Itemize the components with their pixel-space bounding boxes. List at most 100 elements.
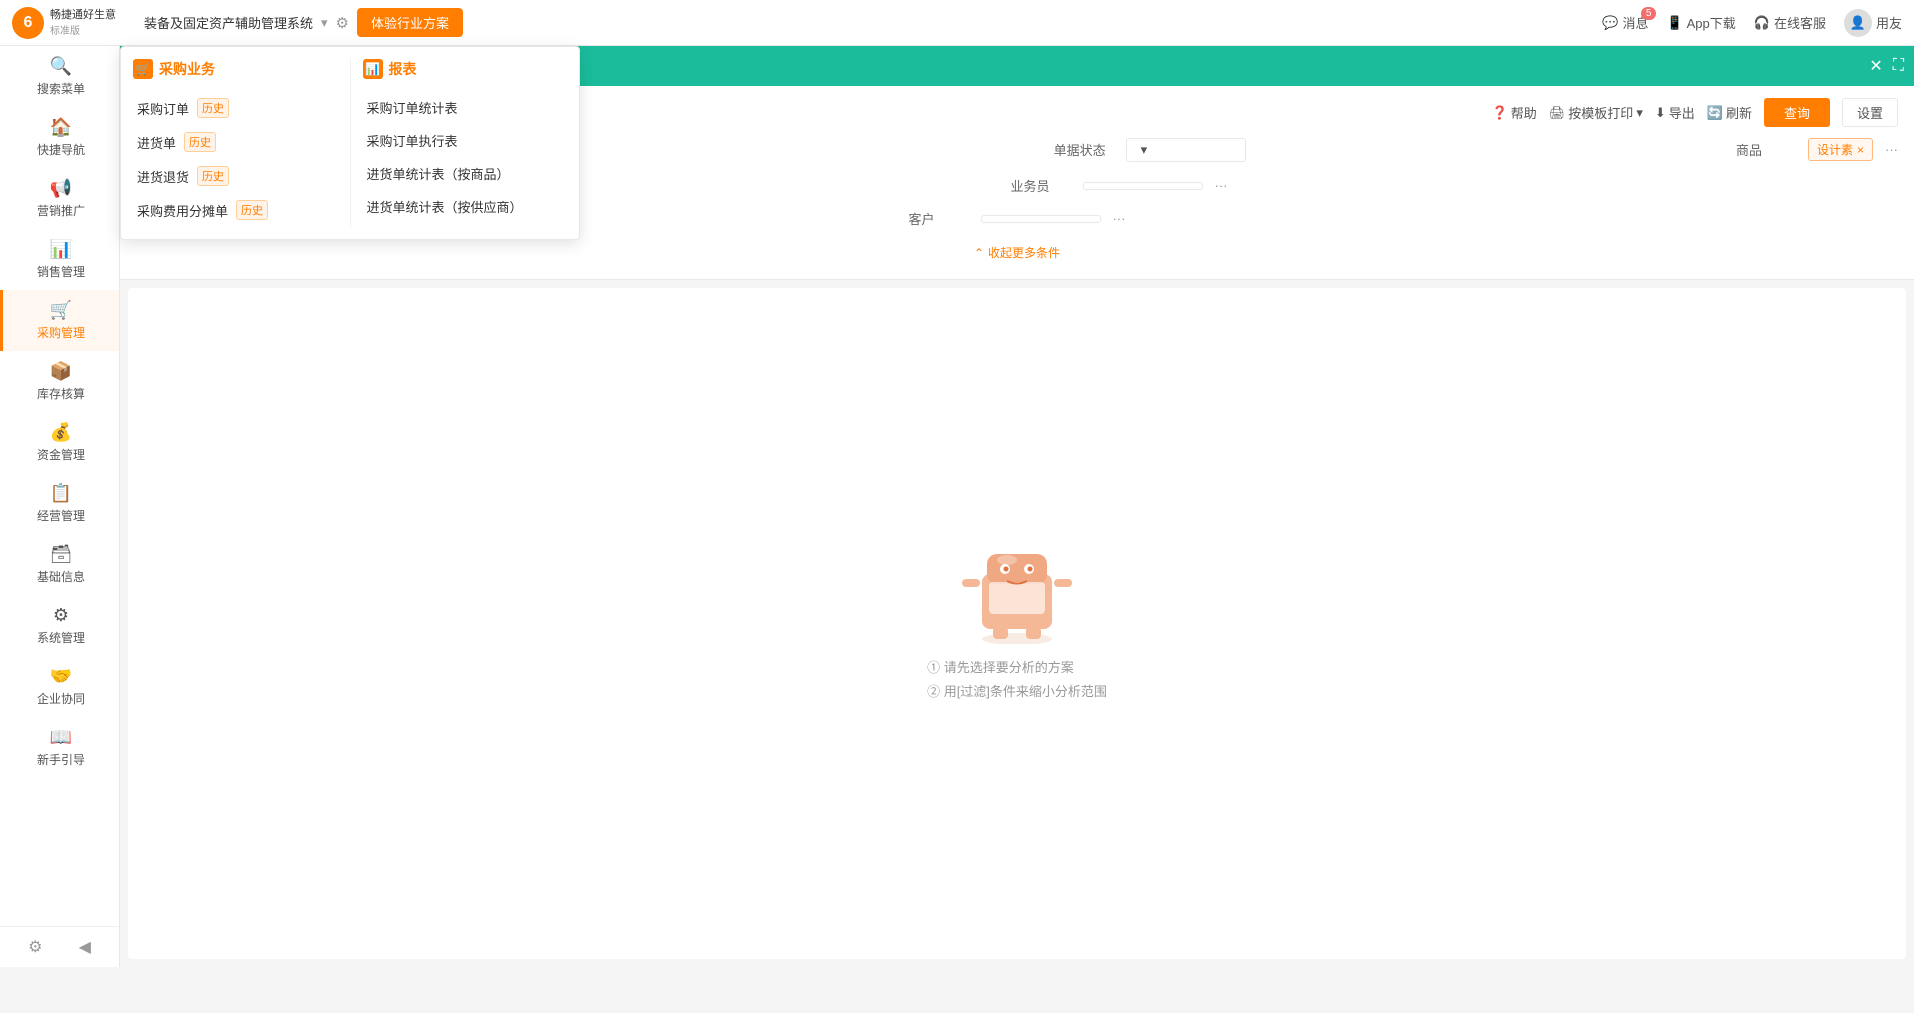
sidebar-bottom: ⚙ ◀ xyxy=(0,926,119,967)
help-button[interactable]: ❓ 帮助 xyxy=(1492,103,1537,122)
empty-tips: 请先选择要分析的方案 用[过滤]条件来缩小分析范围 xyxy=(927,656,1107,703)
customer-select[interactable] xyxy=(981,215,1101,223)
sidebar-item-sales[interactable]: 📊销售管理 xyxy=(0,229,119,290)
customer-label: 客户 xyxy=(909,209,969,228)
header-system: 装备及固定资产辅助管理系统 ▾ ⚙ 体验行业方案 xyxy=(132,8,1602,37)
collapse-sidebar-icon[interactable]: ◀ xyxy=(79,937,91,957)
print-icon: 🖨 xyxy=(1549,105,1566,121)
help-icon: ❓ xyxy=(1492,105,1508,121)
user-action[interactable]: 👤 用友 xyxy=(1844,9,1902,37)
sidebar-item-label-inventory: 库存核算 xyxy=(37,385,85,402)
dropdown-item-label: 采购费用分摊单 xyxy=(137,201,228,220)
user-name: 用友 xyxy=(1876,13,1902,32)
message-icon: 💬 xyxy=(1602,15,1618,31)
export-label: 导出 xyxy=(1669,103,1695,122)
salesman-more-icon[interactable]: ··· xyxy=(1215,178,1228,193)
sidebar-item-system[interactable]: ⚙系统管理 xyxy=(0,595,119,656)
purchase-menu-item[interactable]: 采购费用分摊单历史 xyxy=(133,193,338,227)
quick-icon: 🏠 xyxy=(50,117,72,138)
customer-more-icon[interactable]: ··· xyxy=(1113,211,1126,226)
dropdown-item-label: 采购订单统计表 xyxy=(367,98,458,117)
sidebar-item-label-base: 基础信息 xyxy=(37,568,85,585)
tab-expand-icon[interactable]: ⛶ xyxy=(1893,57,1904,75)
goods-tag: 设计素 × xyxy=(1808,138,1873,161)
sidebar-item-label-collab: 企业协同 xyxy=(37,690,85,707)
industry-button[interactable]: 体验行业方案 xyxy=(357,8,463,37)
sidebar-item-label-marketing: 营销推广 xyxy=(37,202,85,219)
header-right: 💬 消息 5 📱 App下载 🎧 在线客服 👤 用友 xyxy=(1602,9,1902,37)
sidebar-item-marketing[interactable]: 📢营销推广 xyxy=(0,168,119,229)
print-button[interactable]: 🖨 按模板打印 ▾ xyxy=(1549,103,1643,122)
sidebar: 🔍搜索菜单🏠快捷导航📢营销推广📊销售管理🛒采购管理📦库存核算💰资金管理 📋 经营管理… xyxy=(0,46,120,967)
sidebar-item-operation[interactable]: 📋 经营管理 xyxy=(0,473,119,534)
finance-icon: 💰 xyxy=(50,422,72,443)
sidebar-item-label-purchase: 采购管理 xyxy=(37,324,85,341)
purchase-menu-item[interactable]: 进货退货历史 xyxy=(133,159,338,193)
logo-area: 6 畅捷通好生意 标准版 xyxy=(12,7,132,39)
sidebar-item-inventory[interactable]: 📦库存核算 xyxy=(0,351,119,412)
online-service-label: 在线客服 xyxy=(1774,13,1826,32)
purchase-menu-item[interactable]: 进货单历史 xyxy=(133,125,338,159)
sidebar-item-quick[interactable]: 🏠快捷导航 xyxy=(0,107,119,168)
report-col-icon: 📊 xyxy=(363,59,383,79)
history-tag: 历史 xyxy=(236,200,268,220)
report-menu-item[interactable]: 采购订单统计表 xyxy=(363,91,568,124)
sidebar-item-label-operation: 经营管理 xyxy=(37,507,85,524)
sidebar-item-finance[interactable]: 💰资金管理 xyxy=(0,412,119,473)
sidebar-item-collab[interactable]: 🤝企业协同 xyxy=(0,656,119,717)
report-menu-item[interactable]: 进货单统计表（按商品） xyxy=(363,157,568,190)
message-action[interactable]: 💬 消息 5 xyxy=(1602,13,1648,32)
dropdown-col-purchase: 🛒 采购业务 采购订单历史进货单历史进货退货历史采购费用分摊单历史 xyxy=(121,59,350,227)
dropdown-menu: 🛒 采购业务 采购订单历史进货单历史进货退货历史采购费用分摊单历史 📊 报表 采… xyxy=(120,46,580,240)
tab-bar-right: ✕ ⛶ xyxy=(1869,56,1914,76)
export-icon: ⬇ xyxy=(1655,105,1666,121)
doc-status-label: 单据状态 xyxy=(1054,140,1114,159)
sidebar-item-search[interactable]: 🔍搜索菜单 xyxy=(0,46,119,107)
sidebar-item-guide[interactable]: 📖新手引导 xyxy=(0,717,119,778)
report-menu-item[interactable]: 采购订单执行表 xyxy=(363,124,568,157)
export-button[interactable]: ⬇ 导出 xyxy=(1655,103,1695,122)
refresh-button[interactable]: 🔄 刷新 xyxy=(1707,103,1752,122)
dropdown-col-purchase-title: 🛒 采购业务 xyxy=(133,59,338,87)
phone-icon: 📱 xyxy=(1666,15,1682,31)
purchase-col-title-label: 采购业务 xyxy=(159,59,215,79)
dropdown-col-report-title: 📊 报表 xyxy=(363,59,568,87)
goods-tag-close-icon[interactable]: × xyxy=(1857,143,1864,157)
app-download-action[interactable]: 📱 App下载 xyxy=(1666,13,1735,32)
sidebar-item-label-guide: 新手引导 xyxy=(37,751,85,768)
report-col-title-label: 报表 xyxy=(389,59,417,79)
logo-sub: 标准版 xyxy=(50,22,116,37)
operation-icon: 📋 xyxy=(50,483,72,504)
doc-status-select[interactable]: ▾ xyxy=(1126,138,1246,162)
salesman-label: 业务员 xyxy=(1011,176,1071,195)
gear-icon[interactable]: ⚙ xyxy=(336,14,349,32)
refresh-icon: 🔄 xyxy=(1707,105,1723,121)
history-tag: 历史 xyxy=(184,132,216,152)
goods-label: 商品 xyxy=(1736,140,1796,159)
refresh-label: 刷新 xyxy=(1726,103,1752,122)
goods-tag-value: 设计素 xyxy=(1817,141,1853,158)
query-button[interactable]: 查询 xyxy=(1764,98,1830,127)
salesman-select[interactable] xyxy=(1083,182,1203,190)
sidebar-item-purchase[interactable]: 🛒采购管理 xyxy=(0,290,119,351)
settings-bottom-icon[interactable]: ⚙ xyxy=(28,937,42,957)
report-menu-item[interactable]: 进货单统计表（按供应商） xyxy=(363,190,568,223)
dropdown-arrow-icon[interactable]: ▾ xyxy=(321,15,328,31)
search-icon: 🔍 xyxy=(50,56,72,77)
online-service-action[interactable]: 🎧 在线客服 xyxy=(1754,13,1826,32)
dropdown-item-label: 进货单 xyxy=(137,133,176,152)
sales-icon: 📊 xyxy=(50,239,72,260)
collapse-button[interactable]: ⌃ 收起更多条件 xyxy=(136,238,1898,267)
dropdown-col-report: 📊 报表 采购订单统计表采购订单执行表进货单统计表（按商品）进货单统计表（按供应… xyxy=(350,59,580,227)
purchase-menu-item[interactable]: 采购订单历史 xyxy=(133,91,338,125)
avatar: 👤 xyxy=(1844,9,1872,37)
setting-button[interactable]: 设置 xyxy=(1842,98,1898,127)
empty-state: 请先选择要分析的方案 用[过滤]条件来缩小分析范围 xyxy=(128,288,1906,959)
top-header: 6 畅捷通好生意 标准版 装备及固定资产辅助管理系统 ▾ ⚙ 体验行业方案 💬 … xyxy=(0,0,1914,46)
goods-more-icon[interactable]: ··· xyxy=(1885,142,1898,157)
sidebar-item-base[interactable]: 🗃基础信息 xyxy=(0,534,119,595)
tab-close-all-icon[interactable]: ✕ xyxy=(1869,56,1882,76)
print-label: 按模板打印 xyxy=(1568,103,1633,122)
dropdown-item-label: 采购订单 xyxy=(137,99,189,118)
dropdown-item-label: 进货退货 xyxy=(137,167,189,186)
